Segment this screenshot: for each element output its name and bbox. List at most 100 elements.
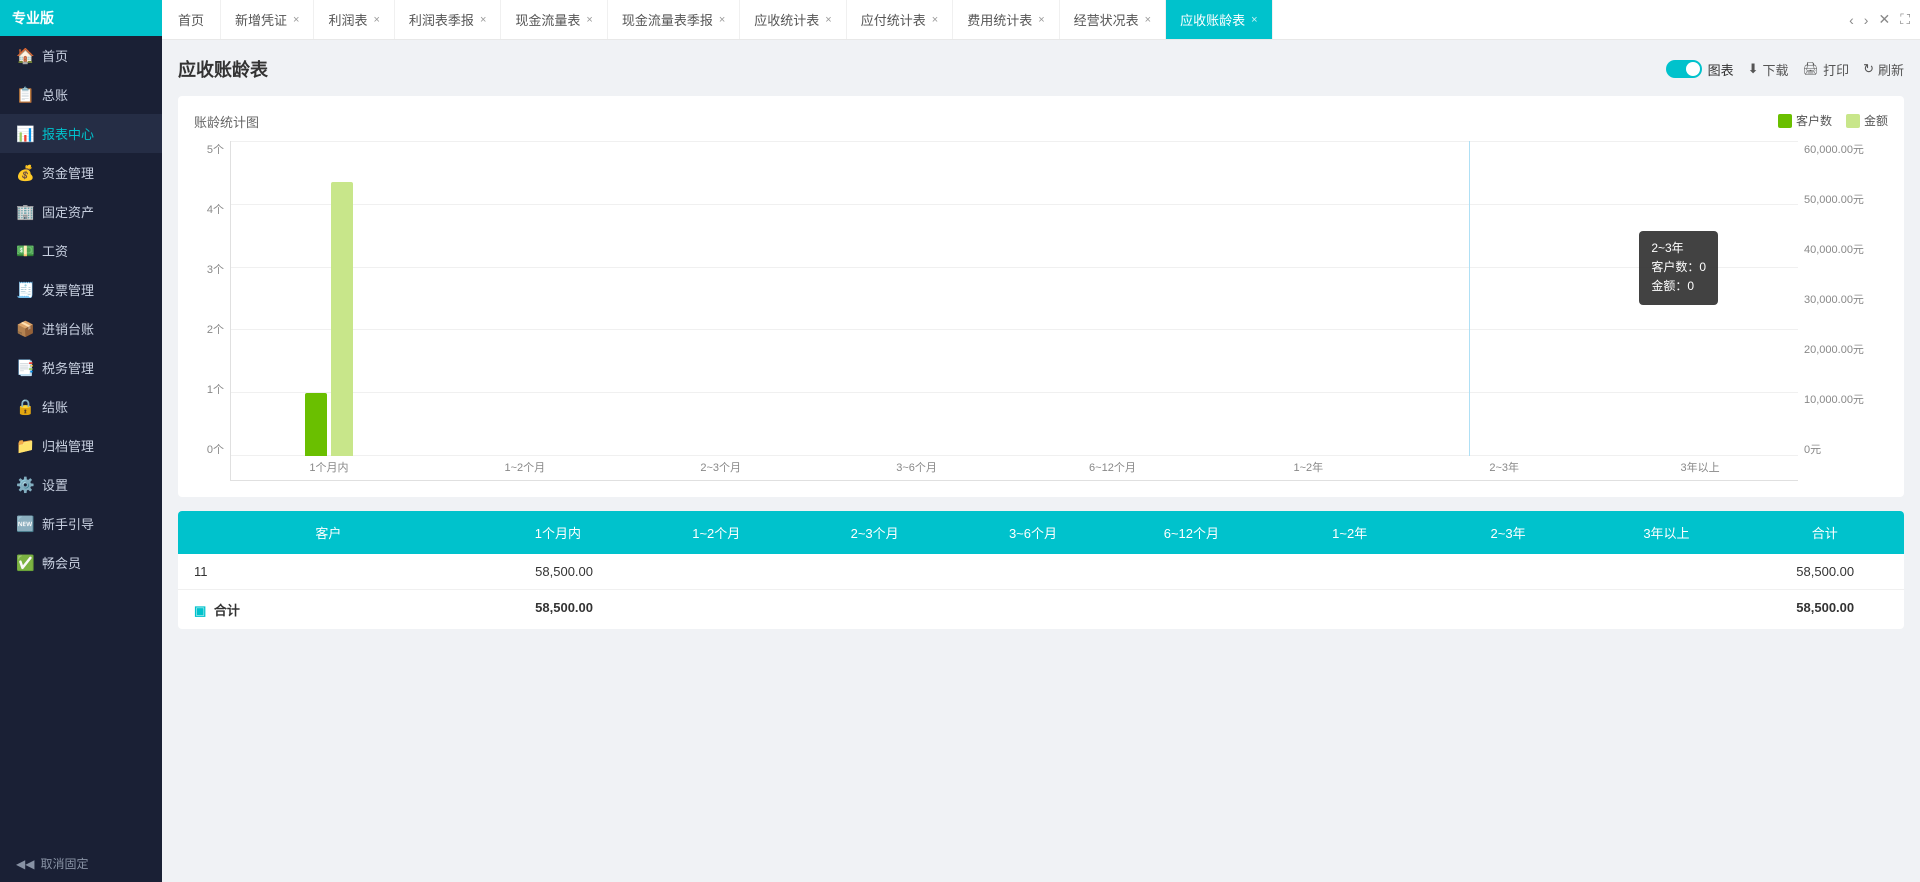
chart-inner: 2~3年 客户数：0 金额：0 1个月内 1~2个月 2~3个月 3~6个月 6… <box>230 141 1798 481</box>
invoice-icon: 🧾 <box>16 281 34 299</box>
td-3plus-11 <box>1589 554 1747 589</box>
close-profit-q-tab[interactable]: × <box>480 14 486 26</box>
td-12month-11 <box>1116 554 1274 589</box>
chart-tooltip: 2~3年 客户数：0 金额：0 <box>1639 231 1718 305</box>
refresh-button[interactable]: ↻ 刷新 <box>1863 60 1904 79</box>
tabs-bar: 首页 新增凭证 × 利润表 × 利润表季报 × 现金流量表 × 现金流量表季报 … <box>162 0 1920 40</box>
td-6month-11 <box>958 554 1116 589</box>
y-right-label-0: 0元 <box>1804 441 1821 457</box>
tab-profit[interactable]: 利润表 × <box>314 0 394 40</box>
unpin-icon: ◀◀ <box>16 857 34 871</box>
tabs-next-btn[interactable]: › <box>1860 10 1873 30</box>
salary-icon: 💵 <box>16 242 34 260</box>
td-total-3month <box>801 590 959 629</box>
bar-chart: 5个 4个 3个 2个 1个 0个 <box>194 141 1888 481</box>
sidebar-unpin[interactable]: ◀◀ 取消固定 <box>0 845 162 882</box>
sidebar-item-stock[interactable]: 📦 进销台账 <box>0 309 162 348</box>
archive-icon: 📁 <box>16 437 34 455</box>
sidebar-item-home[interactable]: 🏠 首页 <box>0 36 162 75</box>
sidebar-item-vip[interactable]: ✅ 畅会员 <box>0 543 162 582</box>
y-axis-left: 5个 4个 3个 2个 1个 0个 <box>194 141 230 481</box>
table-row: 11 58,500.00 58,500.00 <box>178 554 1904 590</box>
closing-icon: 🔒 <box>16 398 34 416</box>
th-2month: 1~2个月 <box>637 511 795 554</box>
bar-group-2year <box>1210 141 1406 456</box>
x-label-3year: 2~3年 <box>1406 456 1602 480</box>
tab-cashflow-q[interactable]: 现金流量表季报 × <box>608 0 740 40</box>
td-total-12month <box>1116 590 1274 629</box>
td-2month-11 <box>643 554 801 589</box>
page-header: 应收账龄表 图表 ⬇ 下载 🖨 打印 ↻ 刷新 <box>178 56 1904 82</box>
td-1month-11: 58,500.00 <box>485 554 643 589</box>
tax-icon: 📑 <box>16 359 34 377</box>
tab-ap-stat[interactable]: 应付统计表 × <box>847 0 953 40</box>
y-label-3: 3个 <box>207 261 224 277</box>
close-ap-stat-tab[interactable]: × <box>932 14 938 26</box>
x-label-3plus: 3年以上 <box>1602 456 1798 480</box>
sidebar-item-ledger[interactable]: 📋 总账 <box>0 75 162 114</box>
data-table: 客户 1个月内 1~2个月 2~3个月 3~6个月 6~12个月 1~2年 2~… <box>178 511 1904 629</box>
sidebar-item-tax[interactable]: 📑 税务管理 <box>0 348 162 387</box>
tab-home[interactable]: 首页 <box>162 0 221 40</box>
chart-toggle[interactable] <box>1666 60 1702 78</box>
bar-group-1month <box>231 141 427 456</box>
sidebar-item-reports[interactable]: 📊 报表中心 <box>0 114 162 153</box>
tab-ar-aging[interactable]: 应收账龄表 × <box>1166 0 1272 40</box>
sidebar-item-guide[interactable]: 🆕 新手引导 <box>0 504 162 543</box>
sidebar-item-salary[interactable]: 💵 工资 <box>0 231 162 270</box>
tab-cashflow[interactable]: 现金流量表 × <box>501 0 607 40</box>
td-total-1month: 58,500.00 <box>485 590 643 629</box>
sidebar-item-closing[interactable]: 🔒 结账 <box>0 387 162 426</box>
tab-profit-q[interactable]: 利润表季报 × <box>395 0 501 40</box>
legend-amount-dot <box>1846 114 1860 128</box>
bar-group-12month <box>1015 141 1211 456</box>
td-3month-11 <box>801 554 959 589</box>
sidebar-item-settings[interactable]: ⚙️ 设置 <box>0 465 162 504</box>
th-3year: 2~3年 <box>1429 511 1587 554</box>
reports-icon: 📊 <box>16 125 34 143</box>
th-1month: 1个月内 <box>479 511 637 554</box>
td-3year-11 <box>1431 554 1589 589</box>
close-cashflow-q-tab[interactable]: × <box>719 14 725 26</box>
tooltip-customers: 客户数：0 <box>1651 258 1706 277</box>
sidebar-item-archive[interactable]: 📁 归档管理 <box>0 426 162 465</box>
guide-icon: 🆕 <box>16 515 34 533</box>
x-labels: 1个月内 1~2个月 2~3个月 3~6个月 6~12个月 1~2年 2~3年 … <box>231 456 1798 480</box>
close-voucher-tab[interactable]: × <box>293 14 299 26</box>
sidebar-item-funds[interactable]: 💰 资金管理 <box>0 153 162 192</box>
sidebar-item-invoice[interactable]: 🧾 发票管理 <box>0 270 162 309</box>
bar-group-6month <box>819 141 1015 456</box>
tab-expense[interactable]: 费用统计表 × <box>953 0 1059 40</box>
chart-legend: 客户数 金额 <box>1778 112 1888 129</box>
print-button[interactable]: 🖨 打印 <box>1803 60 1850 79</box>
tab-ar-stat[interactable]: 应收统计表 × <box>740 0 846 40</box>
close-profit-tab[interactable]: × <box>373 14 379 26</box>
close-ar-aging-tab[interactable]: × <box>1251 14 1257 26</box>
page-title: 应收账龄表 <box>178 56 268 82</box>
sidebar-logo: 专业版 <box>0 0 162 36</box>
table-header: 客户 1个月内 1~2个月 2~3个月 3~6个月 6~12个月 1~2年 2~… <box>178 511 1904 554</box>
close-ar-stat-tab[interactable]: × <box>825 14 831 26</box>
tabs-expand-btn[interactable]: ⛶ <box>1896 9 1914 30</box>
bar-group-3year <box>1406 141 1602 456</box>
download-button[interactable]: ⬇ 下载 <box>1748 60 1789 79</box>
page-content: 应收账龄表 图表 ⬇ 下载 🖨 打印 ↻ 刷新 <box>162 40 1920 882</box>
tabs-prev-btn[interactable]: ‹ <box>1845 10 1858 30</box>
tabs-close-btn[interactable]: ✕ <box>1874 9 1894 30</box>
x-label-12month: 6~12个月 <box>1015 456 1211 480</box>
x-label-6month: 3~6个月 <box>819 456 1015 480</box>
tab-biz[interactable]: 经营状况表 × <box>1060 0 1166 40</box>
assets-icon: 🏢 <box>16 203 34 221</box>
td-total-label: ▣ 合计 <box>178 590 485 629</box>
close-expense-tab[interactable]: × <box>1038 14 1044 26</box>
td-total-3year <box>1431 590 1589 629</box>
close-cashflow-tab[interactable]: × <box>586 14 592 26</box>
y-right-label-3: 30,000.00元 <box>1804 291 1864 307</box>
x-label-2year: 1~2年 <box>1210 456 1406 480</box>
close-biz-tab[interactable]: × <box>1145 14 1151 26</box>
y-axis-right: 60,000.00元 50,000.00元 40,000.00元 30,000.… <box>1798 141 1888 481</box>
chart-title: 账龄统计图 <box>194 112 1888 131</box>
y-right-label-4: 40,000.00元 <box>1804 241 1864 257</box>
sidebar-item-assets[interactable]: 🏢 固定资产 <box>0 192 162 231</box>
tab-voucher[interactable]: 新增凭证 × <box>221 0 314 40</box>
